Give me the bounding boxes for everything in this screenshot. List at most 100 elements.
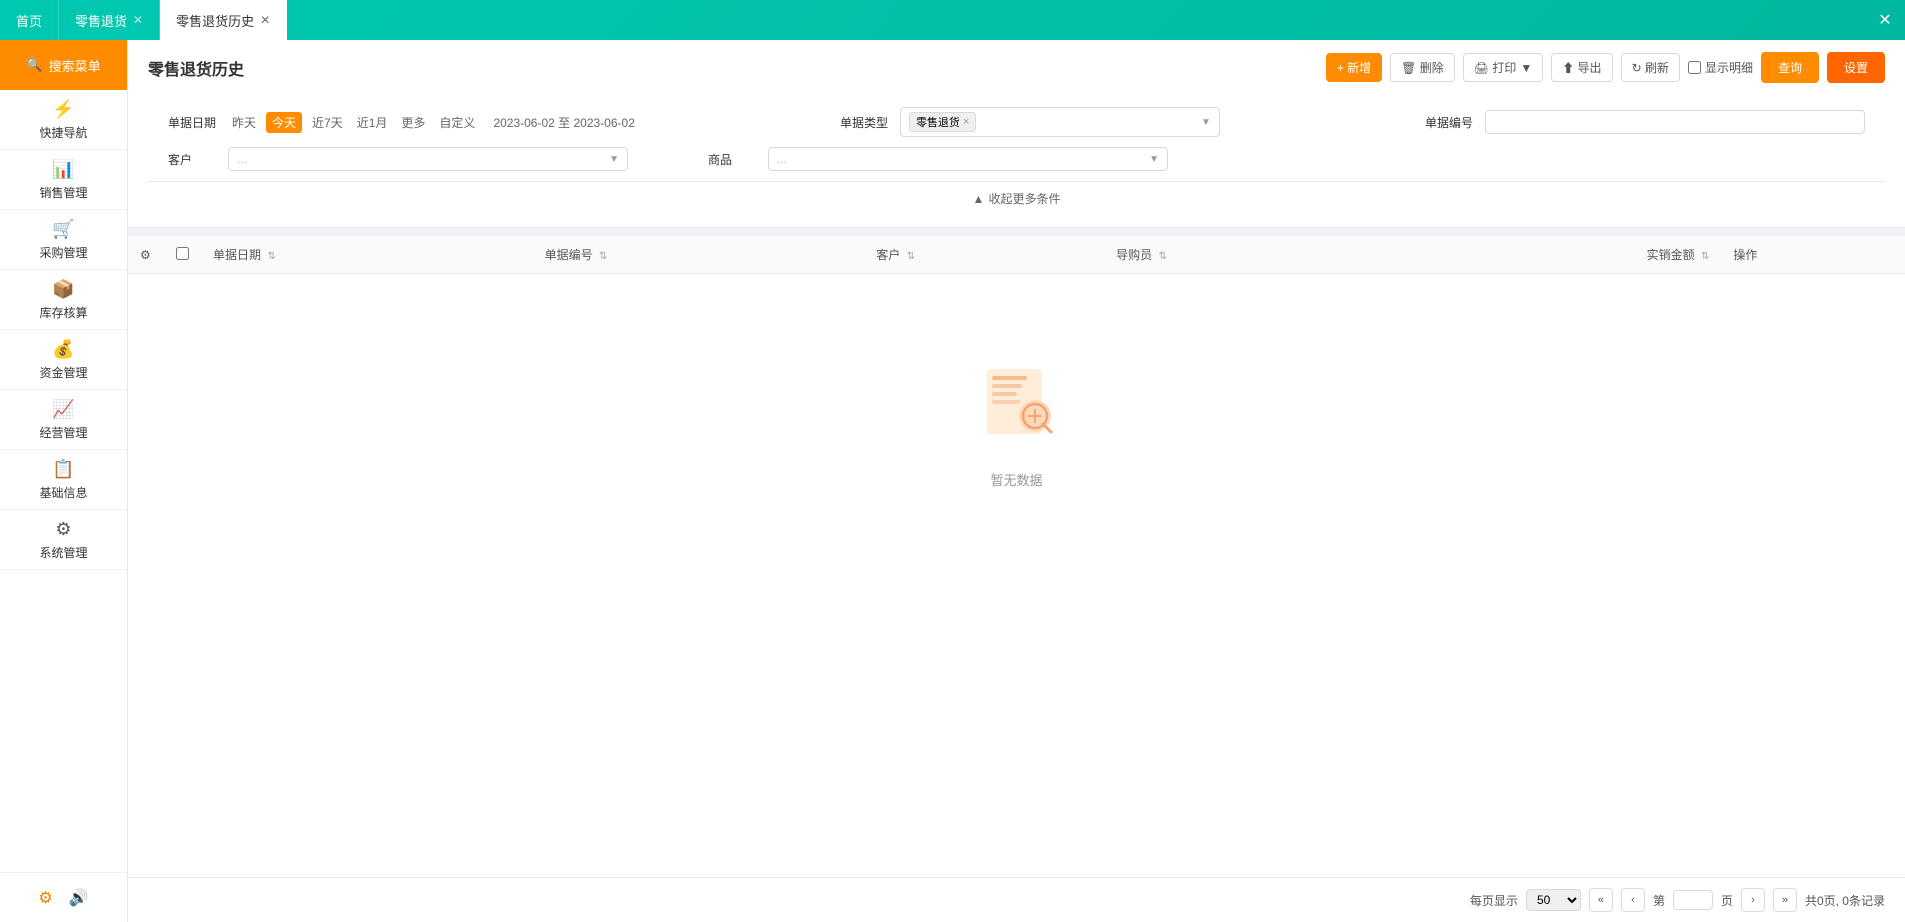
page-label: 第: [1653, 892, 1665, 909]
guide-sort-icon: ⇅: [1158, 251, 1166, 262]
type-tag-remove[interactable]: ×: [963, 116, 969, 128]
goods-filter-label: 商品: [708, 151, 768, 168]
query-button[interactable]: 查询: [1761, 52, 1819, 83]
pagination: 每页显示 10 20 50 100 « ‹ 第 1 页 › » 共0页, 0条记…: [128, 877, 1905, 922]
number-filter-input[interactable]: [1485, 110, 1865, 134]
sidebar-item-sales[interactable]: 📊 销售管理: [0, 150, 127, 210]
th-date[interactable]: 单据日期 ⇅: [201, 236, 533, 274]
date-opt-1month[interactable]: 近1月: [353, 112, 392, 133]
date-opt-today[interactable]: 今天: [266, 112, 302, 133]
sidebar-item-purchase[interactable]: 🛒 采购管理: [0, 210, 127, 270]
delete-button[interactable]: 🗑 删除: [1390, 53, 1455, 82]
customer-filter-select[interactable]: ... ▼: [228, 147, 628, 171]
show-detail-checkbox[interactable]: [1688, 61, 1701, 74]
tab-retail-return-close[interactable]: ✕: [133, 13, 143, 27]
export-button[interactable]: ⬆ 导出: [1551, 53, 1612, 82]
tab-retail-return-history-close[interactable]: ✕: [260, 13, 270, 27]
date-opt-yesterday[interactable]: 昨天: [228, 112, 260, 133]
empty-state: 暂无数据: [128, 274, 1905, 569]
table-settings-icon[interactable]: ⚙: [140, 248, 151, 262]
sidebar-item-system[interactable]: ⚙ 系统管理: [0, 510, 127, 570]
date-sort-icon: ⇅: [267, 251, 275, 262]
th-settings: ⚙: [128, 236, 164, 274]
sidebar-item-finance[interactable]: 💰 资金管理: [0, 330, 127, 390]
settings-bottom-icon[interactable]: ⚙: [38, 888, 52, 908]
th-customer[interactable]: 客户 ⇅: [864, 236, 1104, 274]
prev-page-button[interactable]: ‹: [1621, 888, 1645, 912]
table-container: ⚙ 单据日期 ⇅ 单据编号 ⇅: [128, 236, 1905, 877]
table-header-row: ⚙ 单据日期 ⇅ 单据编号 ⇅: [128, 236, 1905, 274]
select-all-checkbox[interactable]: [176, 247, 189, 260]
system-icon: ⚙: [55, 519, 71, 540]
toolbar: + 新增 🗑 删除 🖨 打印 ▼ ⬆ 导出 ↻ 刷新 显示明细 查询 设置: [1326, 52, 1885, 83]
volume-icon[interactable]: 🔊: [69, 888, 89, 908]
window-close-button[interactable]: ✕: [1865, 0, 1905, 40]
date-filter-label: 单据日期: [168, 114, 228, 131]
finance-icon: 💰: [52, 339, 74, 360]
print-button[interactable]: 🖨 打印 ▼: [1463, 53, 1543, 82]
type-filter-label: 单据类型: [840, 114, 900, 131]
sales-icon: 📊: [52, 159, 74, 180]
th-guide[interactable]: 导购员 ⇅: [1104, 236, 1390, 274]
tab-retail-return-history[interactable]: 零售退货历史 ✕: [160, 0, 287, 40]
basic-info-icon: 📋: [52, 459, 74, 480]
page-input[interactable]: 1: [1673, 890, 1713, 910]
sidebar-item-inventory[interactable]: 📦 库存核算: [0, 270, 127, 330]
per-page-label: 每页显示: [1470, 892, 1518, 909]
type-dropdown-icon: ▼: [1201, 117, 1211, 128]
sidebar: 🔍 搜索菜单 ⚡ 快捷导航 📊 销售管理 🛒 采购管理 📦 库存核算 💰 资金管…: [0, 40, 128, 922]
next-page-button[interactable]: ›: [1741, 888, 1765, 912]
tab-home[interactable]: 首页: [0, 0, 59, 40]
sidebar-item-operations[interactable]: 📈 经营管理: [0, 390, 127, 450]
empty-row: 暂无数据: [128, 274, 1905, 570]
first-page-button[interactable]: «: [1589, 888, 1613, 912]
search-icon: 🔍: [26, 57, 42, 73]
sidebar-item-quick-nav[interactable]: ⚡ 快捷导航: [0, 90, 127, 150]
new-button[interactable]: + 新增: [1326, 53, 1382, 82]
goods-filter-select[interactable]: ... ▼: [768, 147, 1168, 171]
main-layout: 🔍 搜索菜单 ⚡ 快捷导航 📊 销售管理 🛒 采购管理 📦 库存核算 💰 资金管…: [0, 40, 1905, 922]
settings-button[interactable]: 设置: [1827, 52, 1885, 83]
data-table: ⚙ 单据日期 ⇅ 单据编号 ⇅: [128, 236, 1905, 569]
filter-row-customer: 客户 ... ▼ 商品 ... ▼: [168, 147, 1865, 171]
tab-list: 首页 零售退货 ✕ 零售退货历史 ✕: [0, 0, 1865, 40]
amount-sort-icon: ⇅: [1701, 251, 1709, 262]
operations-icon: 📈: [52, 399, 74, 420]
total-label: 共0页, 0条记录: [1805, 892, 1885, 909]
table-body: 暂无数据: [128, 274, 1905, 570]
content-area: 零售退货历史 + 新增 🗑 删除 🖨 打印 ▼ ⬆ 导出 ↻ 刷新 显示明细 查…: [128, 40, 1905, 922]
th-number[interactable]: 单据编号 ⇅: [533, 236, 865, 274]
page-header: 零售退货历史 + 新增 🗑 删除 🖨 打印 ▼ ⬆ 导出 ↻ 刷新 显示明细 查…: [128, 40, 1905, 228]
sidebar-item-basic-info[interactable]: 📋 基础信息: [0, 450, 127, 510]
number-sort-icon: ⇅: [599, 251, 607, 262]
date-opt-7days[interactable]: 近7天: [308, 112, 347, 133]
collapse-button[interactable]: ▲ 收起更多条件: [148, 181, 1885, 215]
th-amount[interactable]: 实销金额 ⇅: [1390, 236, 1722, 274]
sidebar-bottom: ⚙ 🔊: [0, 872, 127, 922]
empty-text: 暂无数据: [990, 470, 1042, 489]
type-tag: 零售退货 ×: [909, 112, 976, 132]
empty-illustration: [967, 354, 1067, 454]
filter-row-date: 单据日期 昨天 今天 近7天 近1月 更多 自定义 2023-06-02 至 2…: [168, 107, 1865, 137]
type-filter-select[interactable]: 零售退货 × ▼: [900, 107, 1220, 137]
th-checkbox: [164, 236, 201, 274]
tab-retail-return[interactable]: 零售退货 ✕: [59, 0, 160, 40]
refresh-button[interactable]: ↻ 刷新: [1621, 53, 1680, 82]
per-page-select[interactable]: 10 20 50 100: [1526, 889, 1581, 911]
show-detail-checkbox-label: 显示明细: [1688, 59, 1753, 76]
page-suffix: 页: [1721, 892, 1733, 909]
customer-dropdown-icon: ▼: [609, 154, 619, 165]
date-opt-more[interactable]: 更多: [397, 112, 429, 133]
page-title: 零售退货历史: [148, 56, 244, 80]
date-opt-custom[interactable]: 自定义: [435, 112, 479, 133]
last-page-button[interactable]: »: [1773, 888, 1797, 912]
customer-sort-icon: ⇅: [907, 251, 915, 262]
purchase-icon: 🛒: [52, 219, 74, 240]
customer-filter-label: 客户: [168, 151, 228, 168]
sidebar-search[interactable]: 🔍 搜索菜单: [0, 40, 127, 90]
goods-dropdown-icon: ▼: [1149, 154, 1159, 165]
number-filter-label: 单据编号: [1425, 114, 1485, 131]
date-options: 昨天 今天 近7天 近1月 更多 自定义 2023-06-02 至 2023-0…: [228, 112, 635, 133]
quick-nav-icon: ⚡: [52, 99, 74, 120]
print-dropdown-icon: ▼: [1520, 61, 1532, 75]
